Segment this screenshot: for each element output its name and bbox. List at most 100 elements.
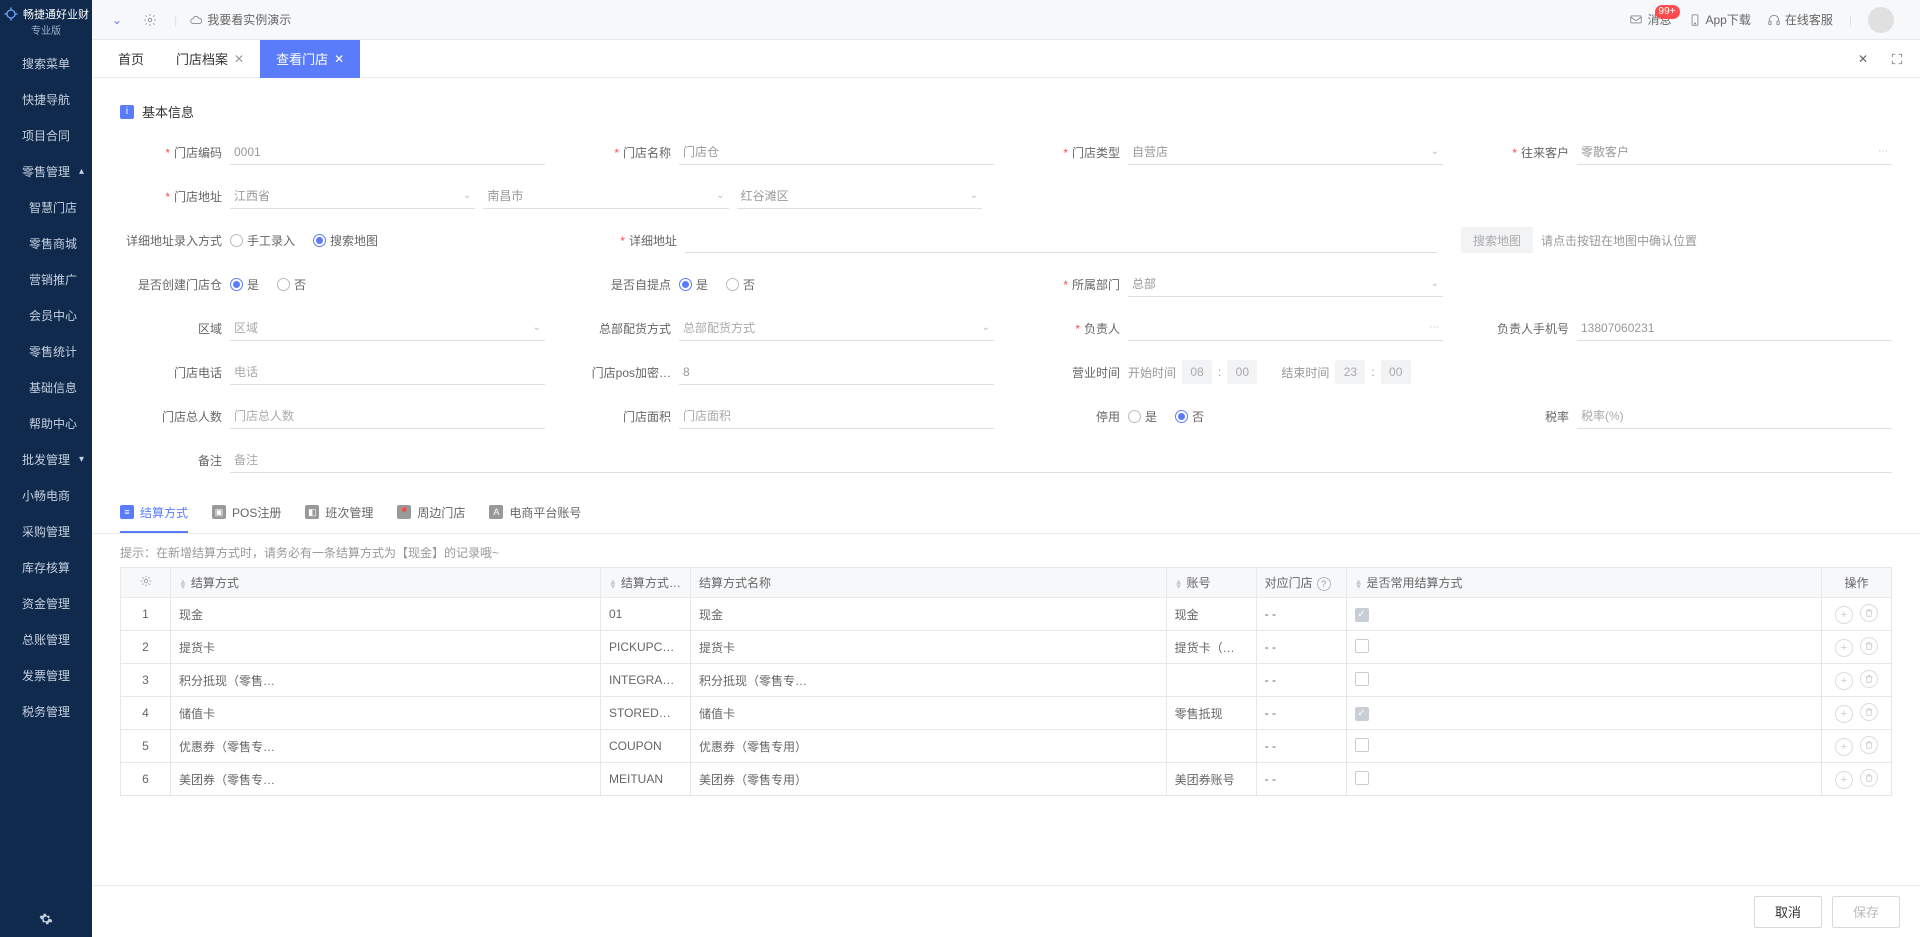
add-row-button[interactable]: +	[1835, 606, 1853, 624]
sidebar-item[interactable]: 零售管理▴	[0, 153, 92, 189]
org-selector[interactable]: ⌄	[102, 13, 126, 27]
end-min[interactable]: 00	[1381, 360, 1411, 384]
sidebar-item[interactable]: 营销推广	[0, 261, 92, 297]
delete-row-button[interactable]	[1860, 769, 1878, 787]
start-hour[interactable]: 08	[1182, 360, 1212, 384]
tab[interactable]: 查看门店✕	[260, 40, 360, 78]
tab-fullscreen[interactable]	[1884, 46, 1910, 72]
tel-input[interactable]: 电话	[230, 359, 545, 385]
col-common[interactable]: ▲▼是否常用结算方式	[1346, 568, 1821, 598]
subtab[interactable]: A电商平台账号	[489, 493, 581, 533]
cancel-button[interactable]: 取消	[1754, 896, 1822, 928]
radio-manual[interactable]: 手工录入	[230, 232, 295, 249]
sidebar-item[interactable]: 基础信息	[0, 369, 92, 405]
province-select[interactable]: 江西省⌄	[230, 183, 475, 209]
sidebar-settings[interactable]	[0, 901, 92, 937]
remark-input[interactable]: 备注	[230, 447, 1892, 473]
checkbox[interactable]	[1355, 707, 1369, 721]
subtab[interactable]: ≡结算方式	[120, 493, 188, 533]
delete-row-button[interactable]	[1860, 637, 1878, 655]
sidebar-item[interactable]: 总账管理	[0, 621, 92, 657]
manager-phone-input[interactable]: 13807060231	[1577, 315, 1892, 341]
search-map-button[interactable]: 搜索地图	[1461, 227, 1533, 253]
dept-select[interactable]: 总部⌄	[1128, 271, 1443, 297]
radio-wh-no[interactable]: 否	[277, 276, 306, 293]
sidebar-item[interactable]: 快捷导航	[0, 81, 92, 117]
manager-select[interactable]: ⋯	[1128, 315, 1443, 341]
close-icon[interactable]: ✕	[234, 52, 244, 66]
store-type-select[interactable]: 自营店⌄	[1128, 139, 1443, 165]
delete-row-button[interactable]	[1860, 604, 1878, 622]
col-code[interactable]: ▲▼结算方式…	[600, 568, 690, 598]
tax-input[interactable]: 税率(%)	[1577, 403, 1892, 429]
end-hour[interactable]: 23	[1335, 360, 1365, 384]
tab[interactable]: 首页	[102, 40, 160, 78]
sidebar-item[interactable]: 搜索菜单	[0, 45, 92, 81]
staff-input[interactable]: 门店总人数	[230, 403, 545, 429]
user-avatar[interactable]	[1868, 7, 1894, 33]
add-row-button[interactable]: +	[1835, 771, 1853, 789]
col-store[interactable]: 对应门店?	[1256, 568, 1346, 598]
table-settings[interactable]	[121, 568, 171, 598]
sidebar-item[interactable]: 批发管理▾	[0, 441, 92, 477]
sidebar-item[interactable]: 税务管理	[0, 693, 92, 729]
delete-row-button[interactable]	[1860, 670, 1878, 688]
subtab[interactable]: ◧班次管理	[305, 493, 373, 533]
district-select[interactable]: 红谷滩区⌄	[737, 183, 982, 209]
demo-link[interactable]: 我要看实例演示	[189, 11, 291, 28]
store-name-input[interactable]: 门店仓	[679, 139, 994, 165]
dispatch-select[interactable]: 总部配货方式⌄	[679, 315, 994, 341]
col-name[interactable]: 结算方式名称	[690, 568, 1166, 598]
city-select[interactable]: 南昌市⌄	[483, 183, 728, 209]
subtab[interactable]: 📍周边门店	[397, 493, 465, 533]
checkbox[interactable]	[1355, 771, 1369, 785]
detail-addr-input[interactable]	[685, 227, 1437, 253]
service-link[interactable]: 在线客服	[1767, 11, 1833, 28]
delete-row-button[interactable]	[1860, 703, 1878, 721]
tab[interactable]: 门店档案✕	[160, 40, 260, 78]
radio-wh-yes[interactable]: 是	[230, 276, 259, 293]
sidebar-item[interactable]: 发票管理	[0, 657, 92, 693]
start-min[interactable]: 00	[1227, 360, 1257, 384]
add-row-button[interactable]: +	[1835, 705, 1853, 723]
sidebar-item[interactable]: 会员中心	[0, 297, 92, 333]
messages-link[interactable]: 消息 99+	[1629, 11, 1671, 28]
store-code-input[interactable]: 0001	[230, 139, 545, 165]
settings-button[interactable]	[138, 8, 162, 32]
region-select[interactable]: 区域⌄	[230, 315, 545, 341]
customer-select[interactable]: 零散客户⋯	[1577, 139, 1892, 165]
app-download-link[interactable]: App下载	[1688, 11, 1751, 28]
add-row-button[interactable]: +	[1835, 672, 1853, 690]
sidebar-item[interactable]: 智慧门店	[0, 189, 92, 225]
sidebar-item[interactable]: 资金管理	[0, 585, 92, 621]
radio-disabled-yes[interactable]: 是	[1128, 408, 1157, 425]
tab-close-all[interactable]: ✕	[1850, 46, 1876, 72]
subtab-icon: A	[489, 505, 503, 519]
add-row-button[interactable]: +	[1835, 738, 1853, 756]
add-row-button[interactable]: +	[1835, 639, 1853, 657]
radio-sp-no[interactable]: 否	[726, 276, 755, 293]
help-icon[interactable]: ?	[1317, 577, 1331, 591]
sidebar-item[interactable]: 零售商城	[0, 225, 92, 261]
radio-sp-yes[interactable]: 是	[679, 276, 708, 293]
checkbox[interactable]	[1355, 639, 1369, 653]
sidebar-item[interactable]: 项目合同	[0, 117, 92, 153]
col-account[interactable]: ▲▼账号	[1166, 568, 1256, 598]
col-method[interactable]: ▲▼结算方式	[171, 568, 601, 598]
checkbox[interactable]	[1355, 738, 1369, 752]
radio-map[interactable]: 搜索地图	[313, 232, 378, 249]
sidebar-item[interactable]: 零售统计	[0, 333, 92, 369]
radio-disabled-no[interactable]: 否	[1175, 408, 1204, 425]
sidebar-item[interactable]: 小畅电商	[0, 477, 92, 513]
area-input[interactable]: 门店面积	[679, 403, 994, 429]
close-icon[interactable]: ✕	[334, 52, 344, 66]
sidebar-item[interactable]: 采购管理	[0, 513, 92, 549]
sidebar-item[interactable]: 帮助中心	[0, 405, 92, 441]
checkbox[interactable]	[1355, 672, 1369, 686]
pos-input[interactable]: 8	[679, 359, 994, 385]
checkbox[interactable]	[1355, 608, 1369, 622]
save-button[interactable]: 保存	[1832, 896, 1900, 928]
delete-row-button[interactable]	[1860, 736, 1878, 754]
sidebar-item[interactable]: 库存核算	[0, 549, 92, 585]
subtab[interactable]: ▣POS注册	[212, 493, 281, 533]
